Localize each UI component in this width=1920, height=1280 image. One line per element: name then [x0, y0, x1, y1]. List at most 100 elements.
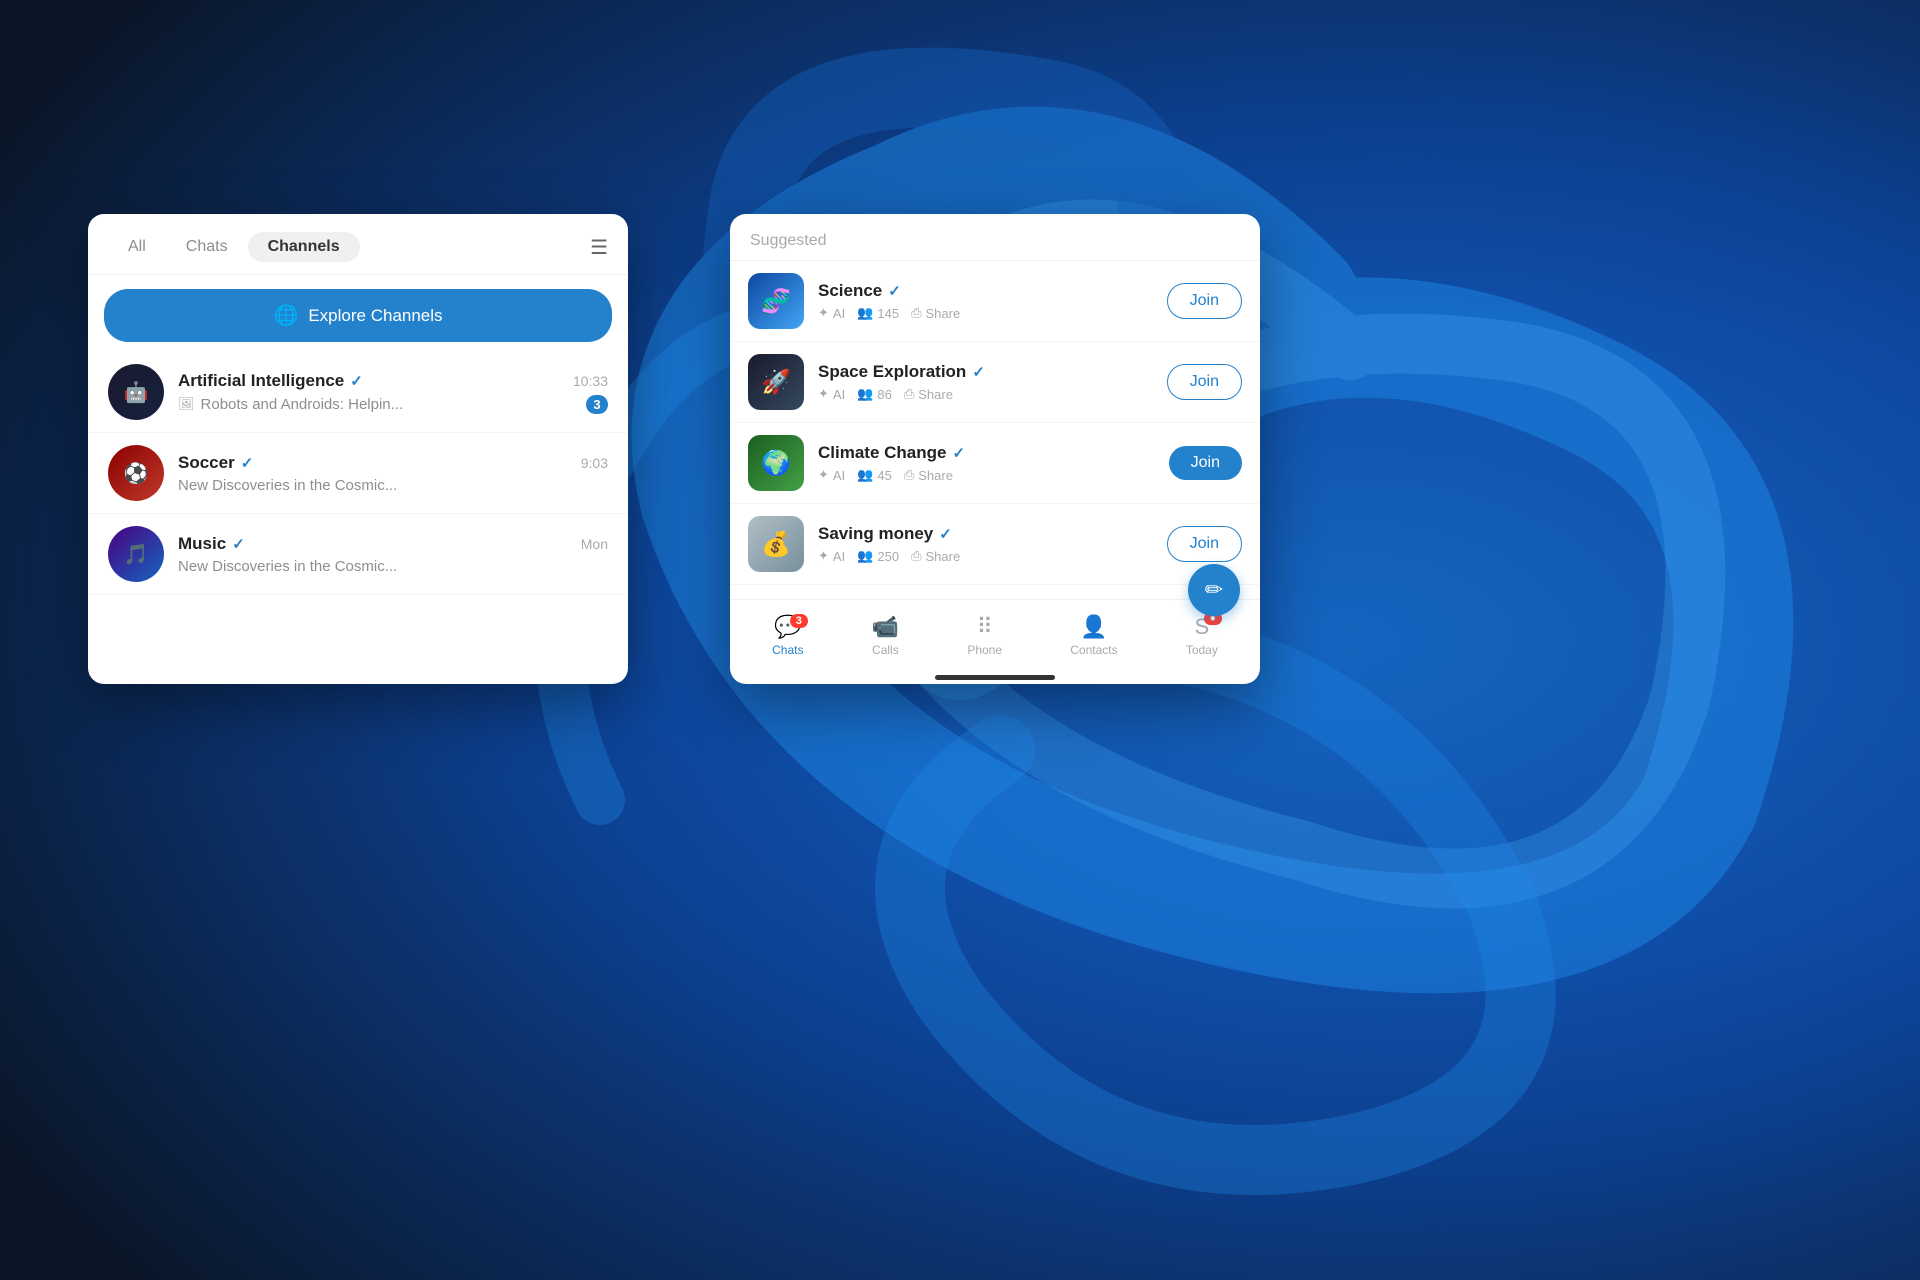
channel-name-row-music: Music ✓ Mon	[178, 534, 608, 554]
phone-icon: ⠿	[977, 614, 993, 640]
tab-bar: All Chats Channels ☰	[88, 214, 628, 275]
members-icon-climate: 👥	[857, 467, 873, 483]
suggested-item-science[interactable]: 🧬 Science ✓ ✦ AI 👥 145 ⎙	[730, 261, 1260, 342]
channel-avatar-soccer: ⚽	[108, 445, 164, 501]
chats-badge: 3	[790, 614, 808, 628]
verified-climate: ✓	[952, 444, 965, 462]
suggested-meta-science: ✦ AI 👥 145 ⎙ Share	[818, 305, 1153, 321]
globe-icon: 🌐	[273, 303, 298, 328]
tab-chats[interactable]: Chats	[166, 232, 248, 262]
channel-avatar-ai: 🤖	[108, 364, 164, 420]
contacts-icon: 👤	[1080, 614, 1107, 640]
ai-icon-space: ✦	[818, 386, 829, 402]
nav-item-phone[interactable]: ⠿ Phone	[951, 610, 1018, 661]
members-icon-money: 👥	[857, 548, 873, 564]
suggested-name-space: Space Exploration ✓	[818, 362, 1153, 382]
bottom-nav: 💬 3 Chats 📹 Calls ⠿ Phone 👤 Contacts S ●…	[730, 599, 1260, 669]
channel-info-music: Music ✓ Mon New Discoveries in the Cosmi…	[178, 534, 608, 575]
channel-preview-ai: 🖼 Robots and Androids: Helpin...	[178, 396, 403, 413]
ai-label-science: ✦ AI	[818, 305, 845, 321]
channel-preview-row-ai: 🖼 Robots and Androids: Helpin... 3	[178, 395, 608, 414]
share-money[interactable]: ⎙ Share	[911, 548, 960, 564]
verified-badge-ai: ✓	[350, 372, 363, 390]
members-money: 👥 250	[857, 548, 899, 564]
share-icon-money: ⎙	[911, 548, 921, 564]
channel-time-ai: 10:33	[573, 373, 608, 389]
join-button-science[interactable]: Join	[1167, 283, 1242, 319]
share-space[interactable]: ⎙ Share	[904, 386, 953, 402]
channel-name-row-ai: Artificial Intelligence ✓ 10:33	[178, 371, 608, 391]
ai-icon-money: ✦	[818, 548, 829, 564]
share-icon-space: ⎙	[904, 386, 914, 402]
tab-channels[interactable]: Channels	[248, 232, 360, 262]
channel-avatar-music: 🎵	[108, 526, 164, 582]
suggested-avatar-space: 🚀	[748, 354, 804, 410]
suggested-name-science: Science ✓	[818, 281, 1153, 301]
join-button-climate[interactable]: Join	[1169, 446, 1242, 480]
left-panel: All Chats Channels ☰ 🌐 Explore Channels …	[88, 214, 628, 684]
suggested-list: 🧬 Science ✓ ✦ AI 👥 145 ⎙	[730, 261, 1260, 599]
suggested-name-climate: Climate Change ✓	[818, 443, 1155, 463]
ai-icon-science: ✦	[818, 305, 829, 321]
channel-preview-row-music: New Discoveries in the Cosmic...	[178, 558, 608, 575]
nav-item-chats[interactable]: 💬 3 Chats	[756, 610, 819, 661]
join-button-money[interactable]: Join	[1167, 526, 1242, 562]
calls-icon: 📹	[872, 614, 899, 640]
compose-icon: ✏	[1205, 577, 1223, 603]
suggested-avatar-money: 💰	[748, 516, 804, 572]
ai-label-space: ✦ AI	[818, 386, 845, 402]
ai-icon-climate: ✦	[818, 467, 829, 483]
suggested-meta-space: ✦ AI 👥 86 ⎙ Share	[818, 386, 1153, 402]
suggested-info-space: Space Exploration ✓ ✦ AI 👥 86 ⎙ Share	[818, 362, 1153, 402]
share-icon-climate: ⎙	[904, 467, 914, 483]
filter-icon[interactable]: ☰	[590, 235, 608, 260]
members-science: 👥 145	[857, 305, 899, 321]
verified-space: ✓	[972, 363, 985, 381]
suggested-item-space[interactable]: 🚀 Space Exploration ✓ ✦ AI 👥 86	[730, 342, 1260, 423]
preview-img-icon-ai: 🖼	[178, 396, 195, 412]
suggested-name-money: Saving money ✓	[818, 524, 1153, 544]
verified-science: ✓	[888, 282, 901, 300]
ai-label-money: ✦ AI	[818, 548, 845, 564]
share-icon-science: ⎙	[911, 305, 921, 321]
phone-nav-label: Phone	[967, 643, 1002, 657]
channel-info-soccer: Soccer ✓ 9:03 New Discoveries in the Cos…	[178, 453, 608, 494]
suggested-item-money[interactable]: 💰 Saving money ✓ ✦ AI 👥 250 ⎙	[730, 504, 1260, 585]
share-climate[interactable]: ⎙ Share	[904, 467, 953, 483]
calls-nav-label: Calls	[872, 643, 899, 657]
channel-preview-soccer: New Discoveries in the Cosmic...	[178, 477, 397, 494]
members-icon-science: 👥	[857, 305, 873, 321]
suggested-header: Suggested	[730, 214, 1260, 261]
tab-all[interactable]: All	[108, 232, 166, 262]
suggested-info-climate: Climate Change ✓ ✦ AI 👥 45 ⎙ Share	[818, 443, 1155, 483]
verified-money: ✓	[939, 525, 952, 543]
suggested-info-science: Science ✓ ✦ AI 👥 145 ⎙ Share	[818, 281, 1153, 321]
chats-nav-label: Chats	[772, 643, 803, 657]
members-climate: 👥 45	[857, 467, 892, 483]
channel-time-music: Mon	[581, 536, 608, 552]
nav-item-calls[interactable]: 📹 Calls	[856, 610, 915, 661]
channel-item-ai[interactable]: 🤖 Artificial Intelligence ✓ 10:33 🖼 Robo…	[88, 352, 628, 433]
channel-name-row-soccer: Soccer ✓ 9:03	[178, 453, 608, 473]
compose-fab[interactable]: ✏	[1188, 564, 1240, 616]
channel-list: 🤖 Artificial Intelligence ✓ 10:33 🖼 Robo…	[88, 352, 628, 684]
channel-item-music[interactable]: 🎵 Music ✓ Mon New Discoveries in the Cos…	[88, 514, 628, 595]
channel-preview-row-soccer: New Discoveries in the Cosmic...	[178, 477, 608, 494]
share-science[interactable]: ⎙ Share	[911, 305, 960, 321]
channel-preview-music: New Discoveries in the Cosmic...	[178, 558, 397, 575]
today-nav-label: Today	[1186, 643, 1218, 657]
unread-badge-ai: 3	[586, 395, 608, 414]
nav-item-contacts[interactable]: 👤 Contacts	[1054, 610, 1133, 661]
suggested-item-climate[interactable]: 🌍 Climate Change ✓ ✦ AI 👥 45	[730, 423, 1260, 504]
channel-name-soccer: Soccer ✓	[178, 453, 253, 473]
members-space: 👥 86	[857, 386, 892, 402]
verified-badge-music: ✓	[232, 535, 245, 553]
channel-info-ai: Artificial Intelligence ✓ 10:33 🖼 Robots…	[178, 371, 608, 414]
join-button-space[interactable]: Join	[1167, 364, 1242, 400]
explore-channels-button[interactable]: 🌐 Explore Channels	[104, 289, 612, 342]
members-icon-space: 👥	[857, 386, 873, 402]
channel-time-soccer: 9:03	[581, 455, 608, 471]
nav-item-today[interactable]: S ● Today	[1170, 610, 1234, 661]
channel-item-soccer[interactable]: ⚽ Soccer ✓ 9:03 New Discoveries in the C…	[88, 433, 628, 514]
verified-badge-soccer: ✓	[241, 454, 254, 472]
